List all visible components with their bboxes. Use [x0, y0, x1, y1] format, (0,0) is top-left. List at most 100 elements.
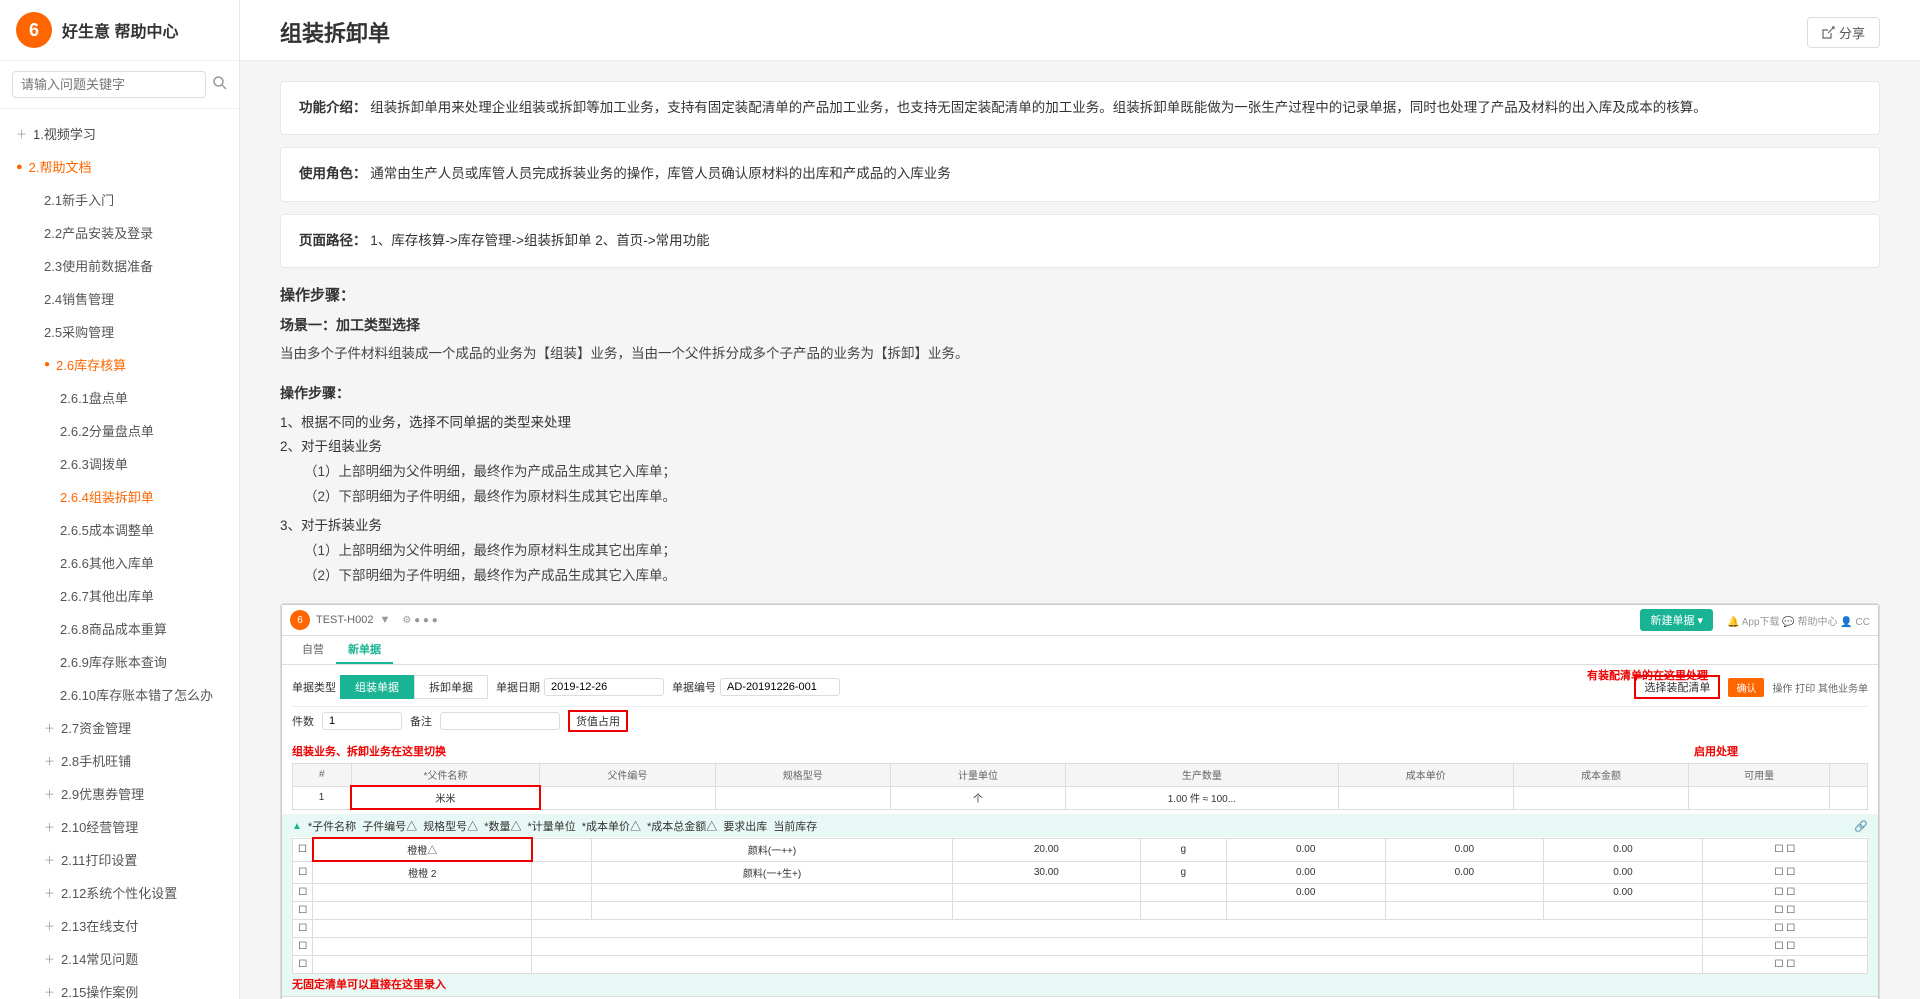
scene1-desc: 当由多个子件材料组装成一个成品的业务为【组装】业务，当由一个父件拆分成多个子产品… [280, 341, 1880, 367]
sidebar-item-label: 2.6.1盘点单 [60, 388, 128, 407]
nav-tree: ＋ 1.视频学习 ● 2.帮助文档 2.1新手入门 2.2产品安装及登录 2.3… [0, 109, 239, 999]
form-label-docno: 单据编号 [672, 679, 716, 695]
sidebar-item-purchase[interactable]: 2.5采购管理 [28, 315, 239, 348]
sidebar-item-print[interactable]: ＋ 2.11打印设置 [28, 843, 239, 876]
form-group-date: 单据日期 [496, 678, 664, 696]
child-row7-ops: ☐ ☐ [1702, 956, 1867, 974]
sidebar-item-label: 2.6.3调拨单 [60, 454, 128, 473]
sidebar-item-customize[interactable]: ＋ 2.12系统个性化设置 [28, 876, 239, 909]
app-logo: 6 [290, 610, 310, 630]
sidebar-item-faq[interactable]: ＋ 2.14常见问题 [28, 942, 239, 975]
child-row1-batch: 0.00 [1544, 838, 1703, 861]
annotation1: 有装配清单的在这里处理 [1587, 667, 1708, 683]
sidebar-item-operations[interactable]: ＋ 2.10经营管理 [28, 810, 239, 843]
type-btn-disassembly[interactable]: 拆卸单据 [414, 675, 488, 699]
sidebar-item-newcomer[interactable]: 2.1新手入门 [28, 183, 239, 216]
child-row5-name [313, 920, 532, 938]
search-icon[interactable] [212, 75, 228, 94]
child-col-name: *子件名称 [308, 818, 356, 834]
app-tab-newdoc[interactable]: 新单据 [336, 636, 393, 664]
form-docno-input[interactable] [720, 678, 840, 696]
sidebar-item-finance[interactable]: ＋ 2.7资金管理 [28, 711, 239, 744]
sidebar-item-other-in[interactable]: 2.6.6其他入库单 [44, 546, 239, 579]
child-col-qty: *数量△ [484, 818, 521, 834]
sidebar-item-mobile[interactable]: ＋ 2.8手机旺铺 [28, 744, 239, 777]
child-row7-name [313, 956, 532, 974]
step3-sub2: （2）下部明细为子件明细，最终作为产成品生成其它入库单。 [304, 563, 1880, 589]
nav-sub-help: 2.1新手入门 2.2产品安装及登录 2.3使用前数据准备 2.4销售管理 2.… [0, 183, 239, 999]
child-col-ops: 当前库存 [773, 818, 817, 834]
sidebar-item-label: 2.6.7其他出库单 [60, 586, 154, 605]
share-button[interactable]: 分享 [1807, 17, 1880, 48]
form-date-input[interactable] [544, 678, 664, 696]
sidebar-item-label: 2.14常见问题 [61, 949, 138, 968]
parent-table: # *父件名称 父件编号 规格型号 计量单位 生产数量 成本单价 成本金额 可用… [292, 763, 1868, 810]
sidebar-item-stocktake[interactable]: 2.6.1盘点单 [44, 381, 239, 414]
col-spec: 规格型号 [715, 764, 890, 787]
sidebar-item-label: 2.11打印设置 [61, 850, 137, 869]
page-title: 组装拆卸单 [280, 16, 390, 48]
sidebar-item-video[interactable]: ＋ 1.视频学习 [0, 117, 239, 150]
search-input[interactable] [12, 71, 206, 98]
sidebar-item-cases[interactable]: ＋ 2.15操作案例 [28, 975, 239, 999]
row1-action [1830, 786, 1868, 809]
sidebar-item-label: 2.9优惠券管理 [61, 784, 144, 803]
child-row2-unit: g [1140, 861, 1226, 884]
row1-avail [1689, 786, 1830, 809]
app-id: TEST-H002 [316, 614, 373, 626]
steps-intro: 操作步骤： [280, 383, 1880, 403]
child-row3-chk: ☐ [293, 884, 313, 902]
sidebar-item-data-prep[interactable]: 2.3使用前数据准备 [28, 249, 239, 282]
col-seq: # [293, 764, 352, 787]
app-tab-home[interactable]: 自营 [290, 636, 336, 664]
child-row2-ops: ☐ ☐ [1702, 861, 1867, 884]
sidebar-item-label: 2.6.6其他入库单 [60, 553, 154, 572]
path-text: 1、库存核算->库存管理->组装拆卸单 2、首页->常用功能 [370, 233, 709, 248]
form-label-count: 件数 [292, 713, 314, 729]
form-count-input[interactable] [322, 712, 402, 730]
child-col-spec: 规格型号△ [423, 818, 478, 834]
sidebar-item-assembly[interactable]: 2.6.4组装拆卸单 [44, 480, 239, 513]
child-row4-total [1385, 902, 1544, 920]
sidebar-item-cost-adjust[interactable]: 2.6.5成本调整单 [44, 513, 239, 546]
form-memo-input[interactable] [440, 712, 560, 730]
sidebar-item-sales[interactable]: 2.4销售管理 [28, 282, 239, 315]
child-row3-no [532, 884, 592, 902]
sidebar-item-label: 1.视频学习 [33, 124, 96, 143]
child-row2-price: 0.00 [1226, 861, 1385, 884]
sidebar-item-label: 2.6.8商品成本重算 [60, 619, 167, 638]
sidebar-item-partial-stocktake[interactable]: 2.6.2分量盘点单 [44, 414, 239, 447]
child-row4-no [532, 902, 592, 920]
plus-icon-7: ＋ [44, 885, 55, 901]
sidebar-item-help-docs[interactable]: ● 2.帮助文档 [0, 150, 239, 183]
child-row1-total: 0.00 [1385, 838, 1544, 861]
app-dropdown-icon: ▼ [379, 614, 390, 626]
child-col-unit-cost: *成本单价△ [582, 818, 641, 834]
sidebar-item-other-out[interactable]: 2.6.7其他出库单 [44, 579, 239, 612]
sidebar-item-inventory[interactable]: ● 2.6库存核算 [28, 348, 239, 381]
form-subrow: 件数 备注 货值占用 [292, 706, 1868, 735]
step2: 2、对于组装业务 [280, 435, 1880, 455]
sidebar-item-install[interactable]: 2.2产品安装及登录 [28, 216, 239, 249]
child-table-area: ▲ *子件名称 子件编号△ 规格型号△ *数量△ *计量单位 *成本单价△ *成… [282, 814, 1878, 996]
child-row6-empty [532, 938, 1703, 956]
child-row3-price: 0.00 [1226, 884, 1385, 902]
sidebar-item-label: 2.6.9库存账本查询 [60, 652, 167, 671]
sidebar-item-coupon[interactable]: ＋ 2.9优惠券管理 [28, 777, 239, 810]
app-new-doc-btn[interactable]: 新建单据 ▾ [1640, 609, 1713, 631]
type-btn-assembly[interactable]: 组装单据 [340, 675, 414, 699]
plus-icon-2: ＋ [44, 720, 55, 736]
child-row3-unit [1140, 884, 1226, 902]
form-confirm-btn[interactable]: 确认 [1728, 678, 1764, 697]
sidebar-item-label: 2.5采购管理 [44, 322, 114, 341]
sidebar-item-transfer[interactable]: 2.6.3调拨单 [44, 447, 239, 480]
sidebar-item-ledger-fix[interactable]: 2.6.10库存账本错了怎么办 [44, 678, 239, 711]
sidebar-item-cost-recalc[interactable]: 2.6.8商品成本重算 [44, 612, 239, 645]
sidebar-item-stock-ledger[interactable]: 2.6.9库存账本查询 [44, 645, 239, 678]
sidebar-item-label: 2.13在线支付 [61, 916, 138, 935]
child-row4-chk: ☐ [293, 902, 313, 920]
sidebar-item-label: 2.6.2分量盘点单 [60, 421, 154, 440]
row1-prod-qty: 1.00 件 ≈ 100... [1066, 786, 1339, 809]
sidebar-item-payment[interactable]: ＋ 2.13在线支付 [28, 909, 239, 942]
child-row6-ops: ☐ ☐ [1702, 938, 1867, 956]
